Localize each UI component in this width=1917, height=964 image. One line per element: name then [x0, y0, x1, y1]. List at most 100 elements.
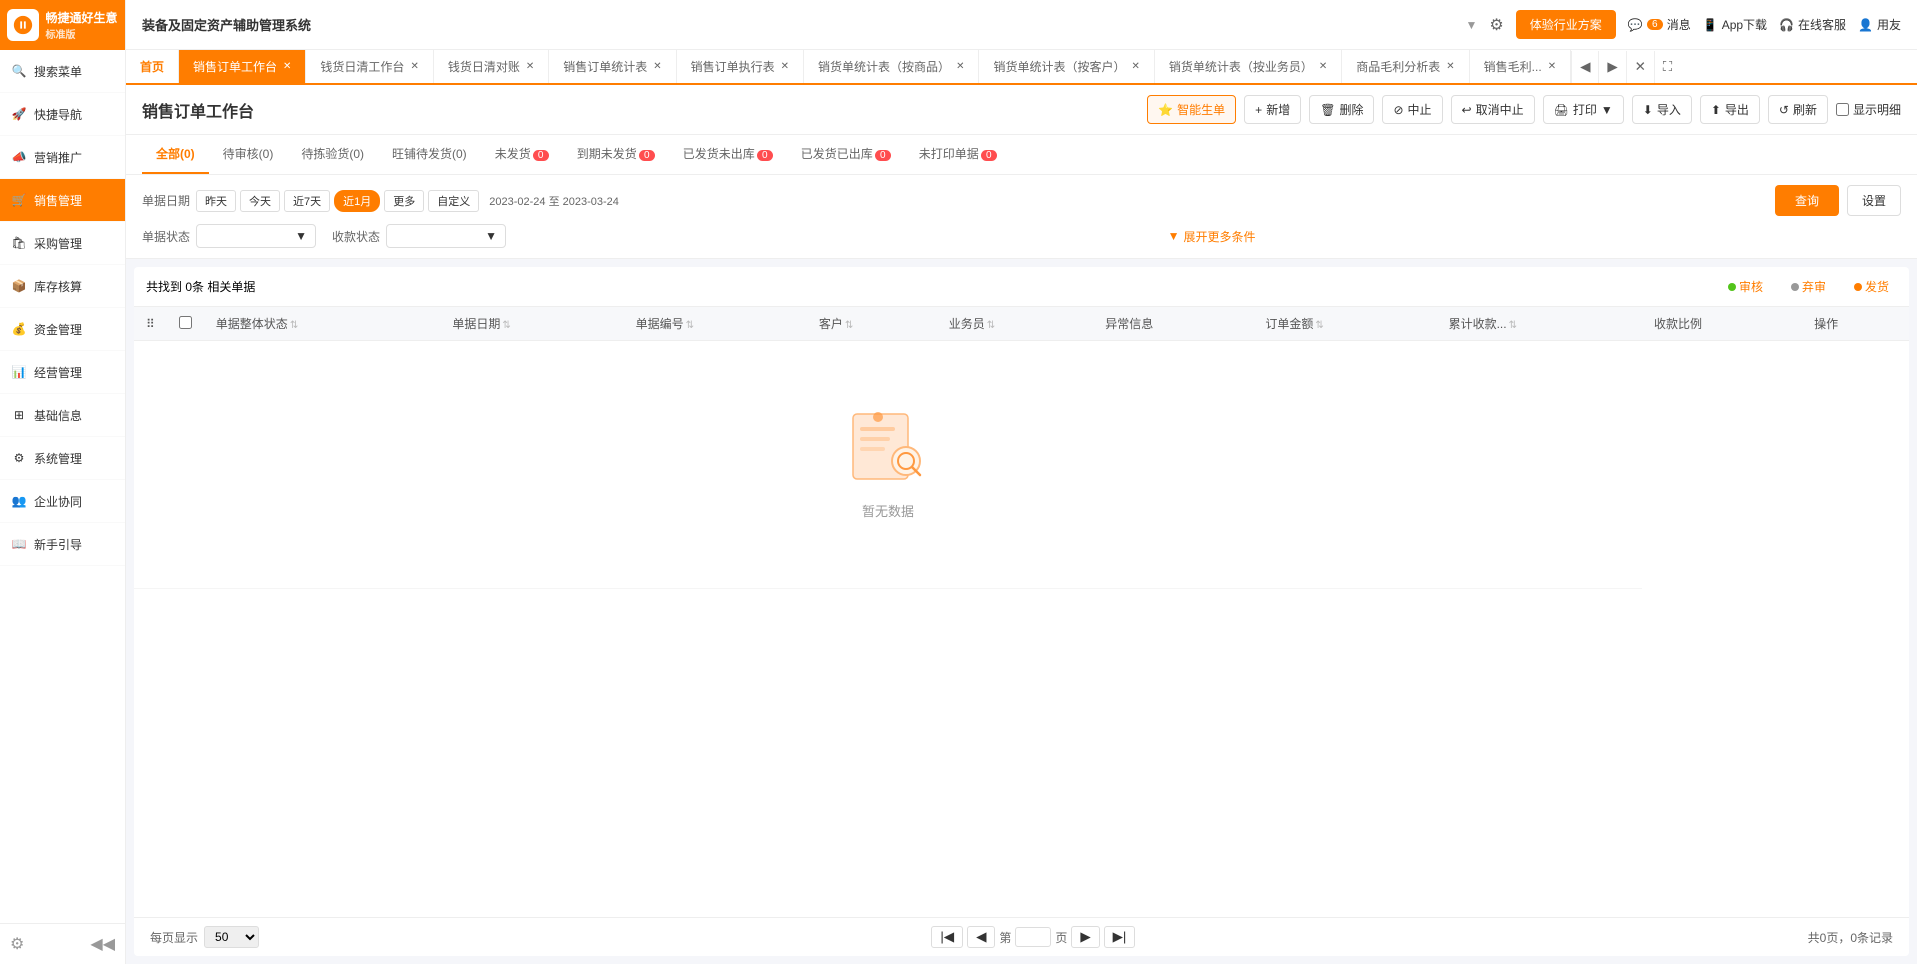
tab-9[interactable]: 商品毛利分析表✕ [1342, 50, 1469, 83]
per-page: 每页显示 102050100 [150, 926, 259, 948]
cancel-review-action-btn[interactable]: 弃审 [1783, 275, 1834, 298]
tab-8[interactable]: 销货单统计表（按业务员）✕ [1155, 50, 1342, 83]
tab-close-2[interactable]: ✕ [410, 61, 418, 72]
tab-close-6[interactable]: ✕ [956, 61, 964, 72]
col-header-0[interactable]: 单据整体状态⇅ [204, 307, 441, 341]
next-page-btn[interactable]: ▶ [1071, 926, 1099, 948]
tab-close-3[interactable]: ✕ [526, 61, 534, 72]
page-input[interactable]: 1 [1015, 927, 1051, 947]
pause-button[interactable]: ⊘ 中止 [1382, 95, 1442, 124]
sidebar-item-megaphone[interactable]: 📣营销推广 [0, 136, 125, 179]
expand-filter-btn[interactable]: ▼ 展开更多条件 [1168, 228, 1256, 245]
tab-close-7[interactable]: ✕ [1131, 61, 1139, 72]
tab-4[interactable]: 销售订单统计表✕ [549, 50, 676, 83]
tab-close-1[interactable]: ✕ [283, 61, 291, 72]
sidebar-item-money[interactable]: 💰资金管理 [0, 308, 125, 351]
user-btn[interactable]: 👤 用友 [1858, 16, 1901, 33]
prev-page-btn[interactable]: ◀ [967, 926, 995, 948]
col-header-6[interactable]: 订单金额⇅ [1253, 307, 1436, 341]
trial-button[interactable]: 体验行业方案 [1516, 10, 1616, 39]
sidebar-item-grid[interactable]: ⊞基础信息 [0, 394, 125, 437]
status-select[interactable]: ▼ [196, 224, 316, 248]
settings-bottom-icon[interactable]: ⚙ [10, 934, 24, 954]
tab-close-5[interactable]: ✕ [781, 61, 789, 72]
tab-2[interactable]: 钱货日清工作台✕ [306, 50, 433, 83]
tab-expand-btn[interactable]: ⛶ [1654, 51, 1680, 83]
col-header-3[interactable]: 客户⇅ [807, 307, 937, 341]
sidebar-item-group[interactable]: 👥企业协同 [0, 480, 125, 523]
filter-tab-4[interactable]: 未发货0 [481, 135, 563, 174]
filter-tab-0[interactable]: 全部(0) [142, 135, 209, 174]
sidebar-item-search[interactable]: 🔍搜索菜单 [0, 50, 125, 93]
gear-icon[interactable]: ⚙ [1489, 15, 1503, 35]
show-detail-checkbox[interactable] [1836, 103, 1849, 116]
tab-7[interactable]: 销货单统计表（按客户）✕ [979, 50, 1154, 83]
per-page-select[interactable]: 102050100 [204, 926, 259, 948]
set-button[interactable]: 设置 [1847, 185, 1901, 216]
sidebar-item-bag[interactable]: 🛍采购管理 [0, 222, 125, 265]
print-button[interactable]: 🖨 打印 ▼ [1543, 95, 1624, 124]
tab-3[interactable]: 钱货日清对账✕ [434, 50, 549, 83]
filter-tab-2[interactable]: 待拣验货(0) [287, 135, 378, 174]
col-check[interactable] [167, 307, 204, 341]
filter-tab-5[interactable]: 到期未发货0 [563, 135, 669, 174]
import-button[interactable]: ⬇ 导入 [1632, 95, 1692, 124]
sidebar-item-rocket[interactable]: 🚀快捷导航 [0, 93, 125, 136]
filter-tab-3[interactable]: 旺铺待发货(0) [378, 135, 481, 174]
tab-close-10[interactable]: ✕ [1548, 61, 1556, 72]
ship-action-btn[interactable]: 发货 [1846, 275, 1897, 298]
tab-close-8[interactable]: ✕ [1319, 61, 1327, 72]
tab-scroll-right-btn[interactable]: ▶ [1598, 51, 1625, 83]
filter-tabs: 全部(0)待审核(0)待拣验货(0)旺铺待发货(0)未发货0到期未发货0已发货未… [126, 135, 1917, 175]
message-btn[interactable]: 💬 6 消息 [1628, 16, 1691, 33]
tab-close-9[interactable]: ✕ [1446, 61, 1454, 72]
delete-button[interactable]: 🗑 删除 [1309, 95, 1374, 124]
tab-1[interactable]: 销售订单工作台✕ [179, 50, 306, 83]
filter-tab-7[interactable]: 已发货已出库0 [787, 135, 905, 174]
dropdown-arrow-icon[interactable]: ▼ [1466, 18, 1478, 32]
tab-scroll-left-btn[interactable]: ◀ [1571, 51, 1598, 83]
col-header-7[interactable]: 累计收款...⇅ [1437, 307, 1642, 341]
date-btn-近1月[interactable]: 近1月 [334, 190, 380, 212]
sidebar-item-guide[interactable]: 📖新手引导 [0, 523, 125, 566]
query-button[interactable]: 查询 [1775, 185, 1839, 216]
date-btn-昨天[interactable]: 昨天 [196, 190, 236, 212]
app-download-btn[interactable]: 📱 App下载 [1703, 16, 1767, 33]
online-service-btn[interactable]: 🎧 在线客服 [1779, 16, 1846, 33]
filter-tab-6[interactable]: 已发货未出库0 [669, 135, 787, 174]
sidebar-item-box[interactable]: 📦库存核算 [0, 265, 125, 308]
collapse-icon[interactable]: ◀◀ [90, 934, 115, 954]
add-button[interactable]: + 新增 [1244, 95, 1301, 124]
col-header-1[interactable]: 单据日期⇅ [440, 307, 623, 341]
sidebar-item-chart[interactable]: 📊经营管理 [0, 351, 125, 394]
payment-select[interactable]: ▼ [386, 224, 506, 248]
logo: 畅捷通好生意 标准版 [0, 0, 125, 50]
filter-tab-1[interactable]: 待审核(0) [209, 135, 288, 174]
tab-10[interactable]: 销售毛利...✕ [1470, 50, 1571, 83]
date-btn-更多[interactable]: 更多 [384, 190, 424, 212]
date-btn-自定义[interactable]: 自定义 [428, 190, 479, 212]
table-scroll[interactable]: ⠿单据整体状态⇅单据日期⇅单据编号⇅客户⇅业务员⇅异常信息订单金额⇅累计收款..… [134, 307, 1909, 917]
col-header-2[interactable]: 单据编号⇅ [624, 307, 807, 341]
tab-6[interactable]: 销货单统计表（按商品）✕ [804, 50, 979, 83]
date-btn-今天[interactable]: 今天 [240, 190, 280, 212]
show-detail-check[interactable]: 显示明细 [1836, 101, 1901, 118]
export-icon: ⬆ [1711, 103, 1721, 117]
tab-0[interactable]: 首页 [126, 50, 179, 83]
col-header-4[interactable]: 业务员⇅ [937, 307, 1094, 341]
tab-5[interactable]: 销售订单执行表✕ [677, 50, 804, 83]
review-action-btn[interactable]: 审核 [1720, 275, 1771, 298]
export-button[interactable]: ⬆ 导出 [1700, 95, 1760, 124]
tab-close-all-btn[interactable]: ✕ [1626, 51, 1654, 83]
smart-button[interactable]: ⭐ 智能生单 [1147, 95, 1236, 124]
filter-tab-8[interactable]: 未打印单据0 [905, 135, 1011, 174]
sidebar-item-settings[interactable]: ⚙系统管理 [0, 437, 125, 480]
select-all-checkbox[interactable] [179, 316, 192, 329]
sidebar-item-cart[interactable]: 🛒销售管理 [0, 179, 125, 222]
date-btn-近7天[interactable]: 近7天 [284, 190, 330, 212]
cancel-pause-button[interactable]: ↩ 取消中止 [1451, 95, 1535, 124]
refresh-button[interactable]: ↺ 刷新 [1768, 95, 1828, 124]
first-page-btn[interactable]: |◀ [931, 926, 963, 948]
last-page-btn[interactable]: ▶| [1104, 926, 1136, 948]
tab-close-4[interactable]: ✕ [653, 61, 661, 72]
